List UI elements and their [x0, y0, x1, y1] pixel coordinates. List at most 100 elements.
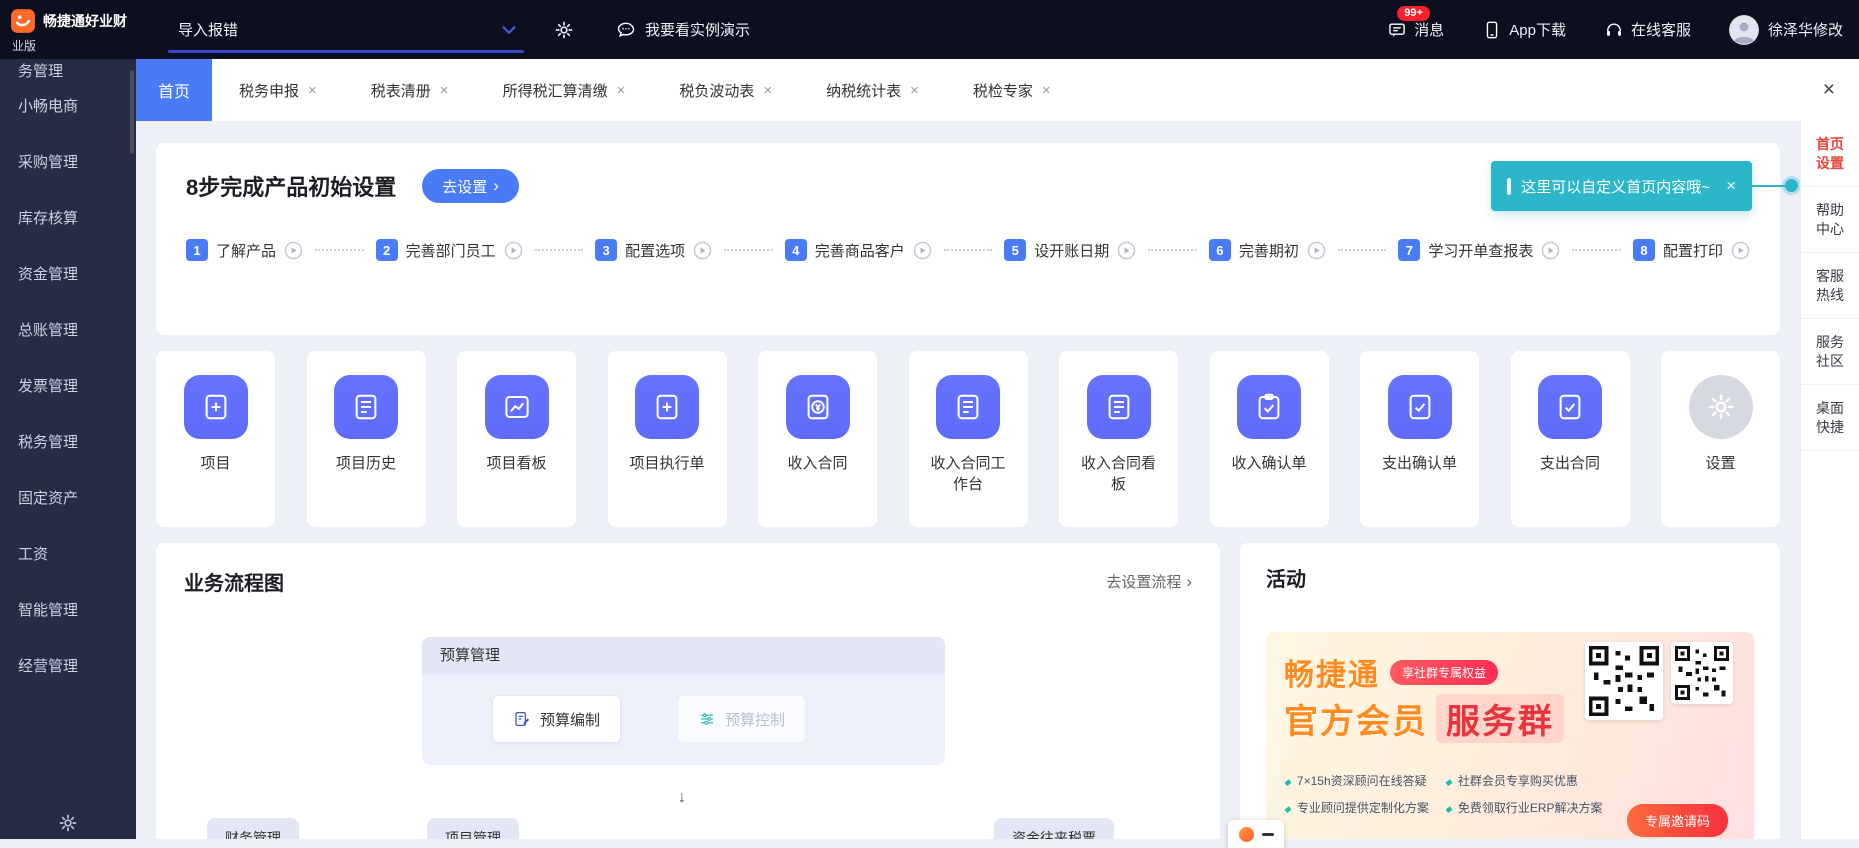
go-setup-button[interactable]: 去设置 [422, 169, 519, 203]
app-tile-income-contract[interactable]: 收入合同 [758, 351, 877, 527]
close-tab-icon[interactable] [910, 82, 919, 99]
tooltip-text: 这里可以自定义首页内容哦~ [1521, 178, 1711, 196]
quick-panel-item-service-community[interactable]: 服务社区 [1801, 319, 1859, 385]
banner-bullet: 7×15h资深顾问在线答疑 [1296, 774, 1427, 788]
close-all-tabs-icon[interactable] [1823, 59, 1835, 121]
app-tile-project[interactable]: 项目 [156, 351, 275, 527]
settings-gear-icon[interactable] [554, 20, 574, 40]
qr-code-icon [1671, 642, 1733, 704]
app-tile-settings[interactable]: 设置 [1661, 351, 1780, 527]
close-tab-icon[interactable] [617, 82, 626, 99]
quick-panel-item-desktop-shortcut[interactable]: 桌面快捷 [1801, 385, 1859, 451]
setup-step[interactable]: 3 配置选项 [595, 239, 712, 261]
floating-chat-minimized[interactable] [1228, 820, 1284, 848]
tab[interactable]: 税检专家 [946, 59, 1078, 121]
play-icon[interactable] [1541, 241, 1560, 260]
homepage-tooltip: 这里可以自定义首页内容哦~ [1491, 161, 1752, 211]
sidebar-item[interactable]: 总账管理 [0, 303, 136, 359]
sidebar-item[interactable]: 经营管理 [0, 639, 136, 695]
quick-panel-item-service-hotline[interactable]: 客服热线 [1801, 253, 1859, 319]
step-label: 设开账日期 [1034, 242, 1110, 260]
sidebar-item[interactable]: 资金管理 [0, 247, 136, 303]
step-connector [534, 249, 584, 251]
setup-step[interactable]: 1 了解产品 [186, 239, 303, 261]
close-tab-icon[interactable] [308, 82, 317, 99]
setup-step[interactable]: 2 完善部门员工 [375, 239, 523, 261]
app-tile-project-board[interactable]: 项目看板 [457, 351, 576, 527]
quick-panel-item-help-center[interactable]: 帮助中心 [1801, 187, 1859, 253]
play-icon[interactable] [693, 241, 712, 260]
avatar [1728, 14, 1759, 45]
tab[interactable]: 税负波动表 [652, 59, 799, 121]
app-tile-expense-confirmation[interactable]: 支出确认单 [1360, 351, 1479, 527]
sidebar-settings-gear-icon[interactable] [0, 813, 136, 833]
app-tile-project-history[interactable]: 项目历史 [306, 351, 426, 527]
close-tooltip-icon[interactable] [1726, 176, 1736, 196]
flow-section-finance[interactable]: 财务管理 [207, 818, 299, 839]
play-icon[interactable] [284, 241, 303, 260]
setup-step[interactable]: 7 学习开单查报表 [1398, 239, 1560, 261]
sidebar-item[interactable]: 采购管理 [0, 135, 136, 191]
sidebar-item[interactable]: 税务管理 [0, 415, 136, 471]
clipboard-check-icon [1237, 375, 1301, 439]
app-tile-income-confirmation[interactable]: 收入确认单 [1209, 351, 1329, 527]
app-tile-label: 项目执行单 [629, 455, 705, 472]
tab[interactable]: 纳税统计表 [799, 59, 946, 121]
invite-code-button[interactable]: 专属邀请码 [1626, 804, 1728, 837]
close-tab-icon[interactable] [1042, 82, 1051, 99]
setup-step[interactable]: 4 完善商品客户 [784, 239, 932, 261]
sidebar-item[interactable]: 智能管理 [0, 583, 136, 639]
diamond-bullet-icon [1445, 774, 1452, 788]
diamond-bullet-icon [1445, 801, 1452, 815]
app-tile-expense-contract[interactable]: 支出合同 [1510, 351, 1630, 527]
sidebar-item[interactable]: 发票管理 [0, 359, 136, 415]
sidebar-item[interactable]: 小畅电商 [0, 79, 136, 135]
tab[interactable]: 所得税汇算清缴 [476, 59, 653, 121]
close-tab-icon[interactable] [440, 82, 449, 99]
tab-home[interactable]: 首页 [136, 59, 212, 121]
sidebar-item[interactable]: 工资 [0, 527, 136, 583]
app-tile-project-order[interactable]: 项目执行单 [607, 351, 727, 527]
online-service-button[interactable]: 在线客服 [1604, 19, 1691, 40]
budget-edit-button[interactable]: 预算编制 [492, 695, 622, 743]
main-content: 8步完成产品初始设置 去设置 1 了解产品 2 完善部门员工 3 配置选项 [136, 121, 1800, 839]
promo-banner[interactable]: 畅捷通 享社群专属权益 官方会员 服务群 7×15h资深顾问在线答疑 社群会员专… [1266, 632, 1754, 839]
user-menu[interactable]: 徐泽华修改 [1728, 14, 1843, 45]
setup-step[interactable]: 8 配置打印 [1632, 239, 1750, 261]
flow-section-funds-invoice[interactable]: 资金往来税票 [994, 818, 1114, 839]
tab[interactable]: 税表清册 [344, 59, 476, 121]
play-icon[interactable] [1307, 241, 1326, 260]
play-icon[interactable] [504, 241, 523, 260]
tab[interactable]: 税务申报 [212, 59, 344, 121]
sliders-icon [698, 710, 716, 728]
play-icon[interactable] [1731, 241, 1750, 260]
banner-bullet: 免费领取行业ERP解决方案 [1457, 801, 1603, 815]
app-tile-income-contract-workbench[interactable]: 收入合同工作台 [908, 351, 1028, 527]
phone-icon [1482, 20, 1502, 40]
sidebar-scrollbar[interactable] [130, 70, 134, 154]
quick-panel-item-home-settings[interactable]: 首页设置 [1801, 121, 1859, 187]
budget-control-label: 预算控制 [725, 711, 786, 729]
document-icon [936, 375, 1000, 439]
close-tab-icon[interactable] [763, 82, 772, 99]
setup-step[interactable]: 6 完善期初 [1208, 239, 1326, 261]
tooltip-connector-line [1750, 185, 1786, 187]
setup-step[interactable]: 5 设开账日期 [1004, 239, 1136, 261]
money-document-icon [785, 375, 850, 439]
play-icon[interactable] [913, 241, 932, 260]
topbar-actions: 99+ 消息 App下载 在线客服 徐泽华修改 [1387, 6, 1859, 45]
sidebar-item-partial[interactable]: 务管理 [0, 59, 136, 79]
play-icon[interactable] [1117, 241, 1136, 260]
sidebar-item[interactable]: 库存核算 [0, 191, 136, 247]
go-flow-settings-link[interactable]: 去设置流程 [1106, 571, 1192, 592]
app-tile-income-contract-board[interactable]: 收入合同看板 [1059, 351, 1178, 527]
messages-button[interactable]: 99+ 消息 [1387, 6, 1444, 40]
flow-section-project[interactable]: 项目管理 [427, 818, 519, 839]
demo-button[interactable]: 我要看实例演示 [616, 19, 750, 40]
budget-control-button[interactable]: 预算控制 [677, 695, 807, 743]
sidebar-item[interactable]: 固定资产 [0, 471, 136, 527]
quick-panel-label: 桌面快捷 [1816, 399, 1844, 435]
app-download-button[interactable]: App下载 [1482, 19, 1566, 40]
import-error-dropdown[interactable]: 导入报错 [168, 0, 524, 59]
document-icon [1086, 375, 1151, 439]
